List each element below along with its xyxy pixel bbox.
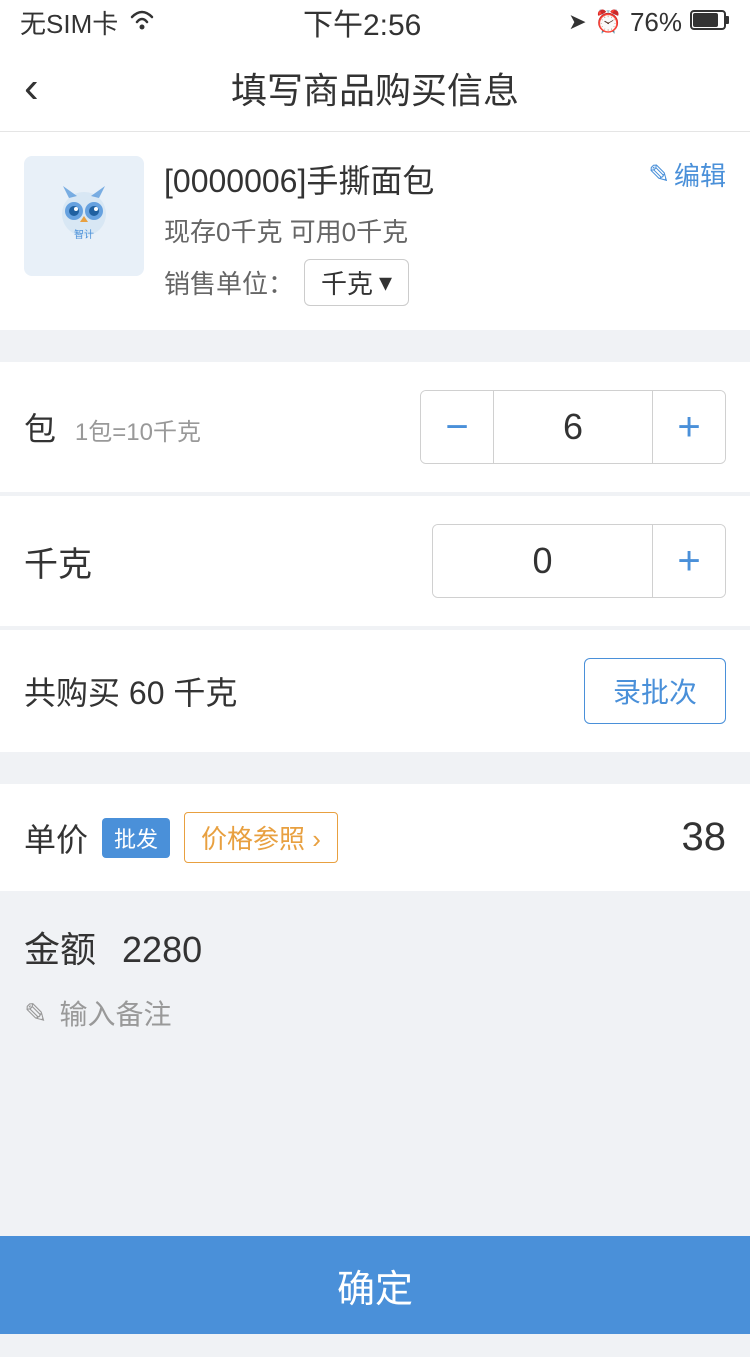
bao-label: 包 bbox=[24, 411, 56, 447]
wifi-icon bbox=[128, 7, 156, 38]
separator-4 bbox=[0, 768, 750, 784]
price-label-group: 单价 批发 价格参照 › bbox=[24, 812, 338, 863]
bao-quantity-input[interactable] bbox=[493, 391, 653, 463]
kg-quantity-input[interactable] bbox=[433, 525, 653, 597]
carrier-text: 无SIM卡 bbox=[20, 4, 118, 41]
remark-placeholder: 输入备注 bbox=[59, 993, 171, 1033]
bao-quantity-control: − + bbox=[420, 390, 726, 464]
page-title: 填写商品购买信息 bbox=[231, 62, 519, 114]
nav-bar: ‹ 填写商品购买信息 bbox=[0, 44, 750, 132]
wholesale-badge: 批发 bbox=[102, 818, 170, 858]
amount-section: 金额 2280 ✎ 输入备注 bbox=[0, 893, 750, 1057]
product-image: 智计 bbox=[24, 156, 144, 276]
kg-plus-button[interactable]: + bbox=[653, 525, 725, 597]
bao-quantity-section: 包 1包=10千克 − + bbox=[0, 362, 750, 492]
product-card: 智计 [0000006]手撕面包 现存0千克 可用0千克 销售单位： 千克 ▾ … bbox=[0, 132, 750, 330]
edit-label: 编辑 bbox=[674, 156, 726, 193]
unit-dropdown-icon: ▾ bbox=[379, 267, 392, 298]
price-ref-button[interactable]: 价格参照 › bbox=[184, 812, 338, 863]
back-button[interactable]: ‹ bbox=[24, 63, 39, 113]
location-icon: ➤ bbox=[568, 9, 586, 35]
kg-label: 千克 bbox=[24, 537, 92, 586]
svg-text:智计: 智计 bbox=[74, 228, 94, 241]
product-stock: 现存0千克 可用0千克 bbox=[164, 212, 726, 249]
product-name: [0000006]手撕面包 bbox=[164, 156, 726, 202]
summary-section: 共购买 60 千克 录批次 bbox=[0, 630, 750, 752]
amount-value: 2280 bbox=[122, 929, 202, 970]
status-time: 下午2:56 bbox=[303, 0, 421, 44]
kg-quantity-control: + bbox=[432, 524, 726, 598]
price-section: 单价 批发 价格参照 › 38 bbox=[0, 784, 750, 891]
edit-icon: ✎ bbox=[648, 159, 670, 190]
battery-icon bbox=[690, 7, 730, 38]
unit-selector[interactable]: 千克 ▾ bbox=[304, 259, 409, 306]
alarm-icon: ⏰ bbox=[595, 9, 622, 35]
bao-plus-button[interactable]: + bbox=[653, 391, 725, 463]
status-bar: 无SIM卡 下午2:56 ➤ ⏰ 76% bbox=[0, 0, 750, 44]
bao-label-row: 包 1包=10千克 bbox=[24, 404, 201, 450]
unit-value: 千克 bbox=[321, 264, 373, 301]
price-value: 38 bbox=[682, 815, 727, 860]
confirm-button[interactable]: 确定 bbox=[0, 1236, 750, 1334]
batch-button[interactable]: 录批次 bbox=[584, 658, 726, 724]
amount-row: 金额 2280 bbox=[24, 921, 726, 973]
unit-label: 销售单位： bbox=[164, 264, 294, 301]
edit-button[interactable]: ✎ 编辑 bbox=[648, 156, 726, 193]
amount-label: 金额 bbox=[24, 929, 96, 970]
battery-text: 76% bbox=[630, 7, 682, 38]
remark-icon: ✎ bbox=[24, 997, 47, 1030]
price-label: 单价 bbox=[24, 815, 88, 861]
product-unit-row: 销售单位： 千克 ▾ bbox=[164, 259, 726, 306]
summary-text: 共购买 60 千克 bbox=[24, 668, 237, 714]
bao-hint: 1包=10千克 bbox=[75, 419, 201, 446]
remark-row[interactable]: ✎ 输入备注 bbox=[24, 993, 726, 1057]
product-info: [0000006]手撕面包 现存0千克 可用0千克 销售单位： 千克 ▾ bbox=[164, 156, 726, 306]
bao-minus-button[interactable]: − bbox=[421, 391, 493, 463]
product-logo: 智计 bbox=[49, 176, 119, 256]
separator-1 bbox=[0, 346, 750, 362]
status-right: ➤ ⏰ 76% bbox=[568, 7, 730, 38]
kg-quantity-section: 千克 + bbox=[0, 496, 750, 626]
status-left: 无SIM卡 bbox=[20, 4, 156, 41]
